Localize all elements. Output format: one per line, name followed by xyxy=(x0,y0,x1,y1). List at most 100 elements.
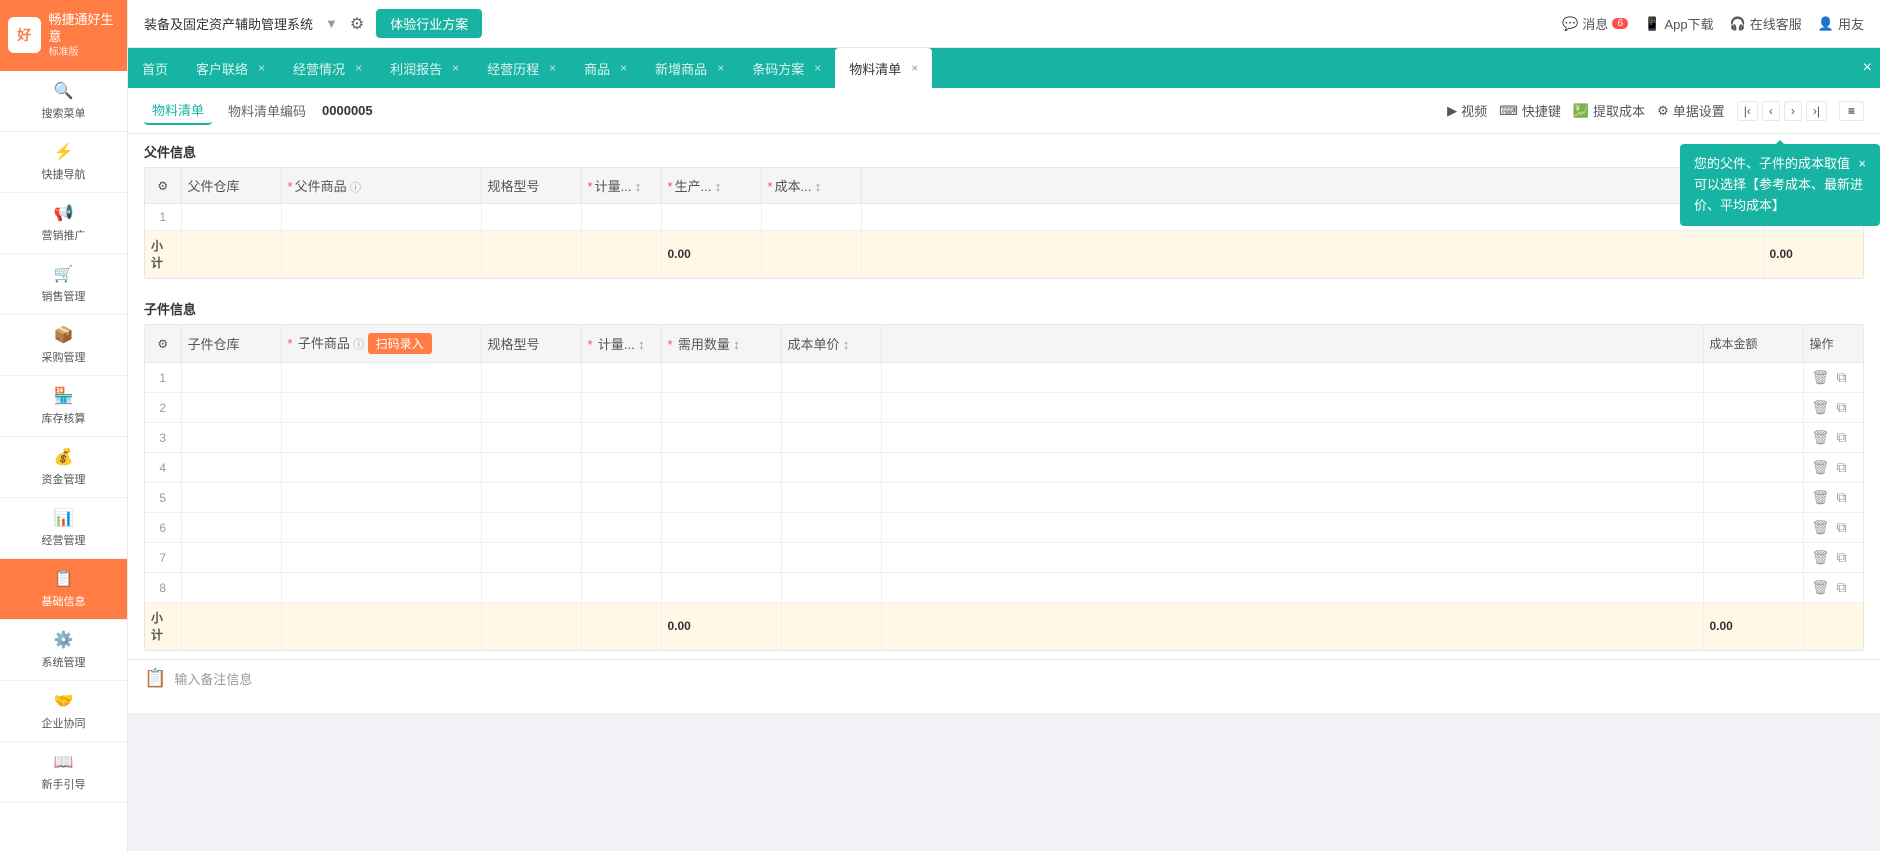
child-row-qty-1[interactable] xyxy=(661,363,781,393)
copy-btn-3[interactable]: ⧉ xyxy=(1837,429,1847,446)
child-row-qty-4[interactable] xyxy=(661,453,781,483)
delete-btn-5[interactable]: 🗑 xyxy=(1812,489,1830,506)
delete-btn-4[interactable]: 🗑 xyxy=(1812,459,1830,476)
child-row-costamt-6[interactable] xyxy=(1703,513,1803,543)
tab-close-operations-status[interactable]: × xyxy=(355,61,362,75)
child-row-unitprice-1[interactable] xyxy=(781,363,881,393)
child-row-unit-1[interactable] xyxy=(581,363,661,393)
sidebar-item-search[interactable]: 🔍搜索菜单 xyxy=(0,71,127,132)
first-page-btn[interactable]: |‹ xyxy=(1737,101,1758,121)
copy-btn-4[interactable]: ⧉ xyxy=(1837,459,1847,476)
child-row-unitprice-7[interactable] xyxy=(781,543,881,573)
tab-close-bom[interactable]: × xyxy=(911,61,918,75)
child-row-spec-5[interactable] xyxy=(481,483,581,513)
child-row-costamt-3[interactable] xyxy=(1703,423,1803,453)
scan-input-btn[interactable]: 扫码录入 xyxy=(368,333,432,354)
list-view-btn[interactable]: ≡ xyxy=(1839,101,1864,121)
tab-close-customer[interactable]: × xyxy=(258,61,265,75)
nav-tab-home[interactable]: 首页 xyxy=(128,48,182,88)
sidebar-item-sales[interactable]: 🛒销售管理 xyxy=(0,254,127,315)
child-row-costamt-5[interactable] xyxy=(1703,483,1803,513)
child-row-qty-6[interactable] xyxy=(661,513,781,543)
topbar-settings-icon[interactable]: ⚙ xyxy=(350,14,364,34)
child-row-unit-4[interactable] xyxy=(581,453,661,483)
nav-tab-profit[interactable]: 利润报告× xyxy=(376,48,473,88)
delete-btn-8[interactable]: 🗑 xyxy=(1812,579,1830,596)
child-row-spec-1[interactable] xyxy=(481,363,581,393)
sidebar-item-quick-nav[interactable]: ⚡快捷导航 xyxy=(0,132,127,193)
child-row-spec-4[interactable] xyxy=(481,453,581,483)
nav-close-all[interactable]: × xyxy=(1855,59,1880,77)
child-row-unitprice-3[interactable] xyxy=(781,423,881,453)
child-row-unitprice-6[interactable] xyxy=(781,513,881,543)
delete-btn-2[interactable]: 🗑 xyxy=(1812,399,1830,416)
child-row-qty-2[interactable] xyxy=(661,393,781,423)
child-row-unit-6[interactable] xyxy=(581,513,661,543)
child-row-costamt-1[interactable] xyxy=(1703,363,1803,393)
child-row-spec-8[interactable] xyxy=(481,573,581,603)
delete-btn-3[interactable]: 🗑 xyxy=(1812,429,1830,446)
copy-btn-7[interactable]: ⧉ xyxy=(1837,549,1847,566)
sidebar-item-operations[interactable]: 📊经营管理 xyxy=(0,498,127,559)
child-row-spec-6[interactable] xyxy=(481,513,581,543)
nav-tab-products[interactable]: 商品× xyxy=(570,48,641,88)
child-row-qty-7[interactable] xyxy=(661,543,781,573)
sidebar-item-system[interactable]: ⚙️系统管理 xyxy=(0,620,127,681)
parent-row-spec[interactable] xyxy=(481,204,581,231)
child-row-unit-8[interactable] xyxy=(581,573,661,603)
child-row-product-7[interactable] xyxy=(281,543,481,573)
trial-button[interactable]: 体验行业方案 xyxy=(376,9,482,38)
parent-row-cost[interactable] xyxy=(761,204,861,231)
prev-page-btn[interactable]: ‹ xyxy=(1762,101,1780,121)
child-row-warehouse-8[interactable] xyxy=(181,573,281,603)
child-row-spec-3[interactable] xyxy=(481,423,581,453)
copy-btn-2[interactable]: ⧉ xyxy=(1837,399,1847,416)
sidebar-item-guide[interactable]: 📖新手引导 xyxy=(0,742,127,803)
view-video-item[interactable]: ▶ 视频 xyxy=(1447,101,1487,120)
child-row-qty-8[interactable] xyxy=(661,573,781,603)
child-row-qty-5[interactable] xyxy=(661,483,781,513)
child-row-unitprice-5[interactable] xyxy=(781,483,881,513)
topbar-dropdown-icon[interactable]: ▼ xyxy=(325,16,338,31)
tab-close-profit[interactable]: × xyxy=(452,61,459,75)
tooltip-close-btn[interactable]: × xyxy=(1858,154,1866,175)
child-row-unitprice-8[interactable] xyxy=(781,573,881,603)
child-row-unitprice-4[interactable] xyxy=(781,453,881,483)
child-row-costamt-4[interactable] xyxy=(1703,453,1803,483)
child-row-warehouse-1[interactable] xyxy=(181,363,281,393)
child-row-unit-3[interactable] xyxy=(581,423,661,453)
copy-btn-5[interactable]: ⧉ xyxy=(1837,489,1847,506)
note-label[interactable]: 输入备注信息 xyxy=(174,669,252,688)
tab-close-history[interactable]: × xyxy=(549,61,556,75)
child-row-warehouse-7[interactable] xyxy=(181,543,281,573)
sidebar-item-inventory[interactable]: 🏪库存核算 xyxy=(0,376,127,437)
child-row-unit-7[interactable] xyxy=(581,543,661,573)
delete-btn-6[interactable]: 🗑 xyxy=(1812,519,1830,536)
child-row-costamt-2[interactable] xyxy=(1703,393,1803,423)
nav-tab-operations-status[interactable]: 经营情况× xyxy=(279,48,376,88)
tab-close-products[interactable]: × xyxy=(620,61,627,75)
sidebar-item-finance[interactable]: 💰资金管理 xyxy=(0,437,127,498)
message-item[interactable]: 💬 消息 6 xyxy=(1562,14,1628,33)
delete-btn-1[interactable]: 🗑 xyxy=(1812,369,1830,386)
tab-close-new-product[interactable]: × xyxy=(717,61,724,75)
copy-btn-6[interactable]: ⧉ xyxy=(1837,519,1847,536)
child-row-unit-2[interactable] xyxy=(581,393,661,423)
online-service-item[interactable]: 🎧 在线客服 xyxy=(1730,14,1802,33)
child-row-product-3[interactable] xyxy=(281,423,481,453)
sidebar-item-purchase[interactable]: 📦采购管理 xyxy=(0,315,127,376)
extract-cost-item[interactable]: 💹 提取成本 xyxy=(1573,101,1645,120)
tab-close-barcode[interactable]: × xyxy=(814,61,821,75)
last-page-btn[interactable]: ›| xyxy=(1806,101,1827,121)
child-row-warehouse-3[interactable] xyxy=(181,423,281,453)
child-row-spec-7[interactable] xyxy=(481,543,581,573)
child-row-product-1[interactable] xyxy=(281,363,481,393)
sidebar-item-marketing[interactable]: 📢营销推广 xyxy=(0,193,127,254)
delete-btn-7[interactable]: 🗑 xyxy=(1812,549,1830,566)
child-row-product-4[interactable] xyxy=(281,453,481,483)
child-row-warehouse-2[interactable] xyxy=(181,393,281,423)
parent-row-warehouse[interactable] xyxy=(181,204,281,231)
child-row-unit-5[interactable] xyxy=(581,483,661,513)
sidebar-item-enterprise[interactable]: 🤝企业协同 xyxy=(0,681,127,742)
child-row-product-8[interactable] xyxy=(281,573,481,603)
